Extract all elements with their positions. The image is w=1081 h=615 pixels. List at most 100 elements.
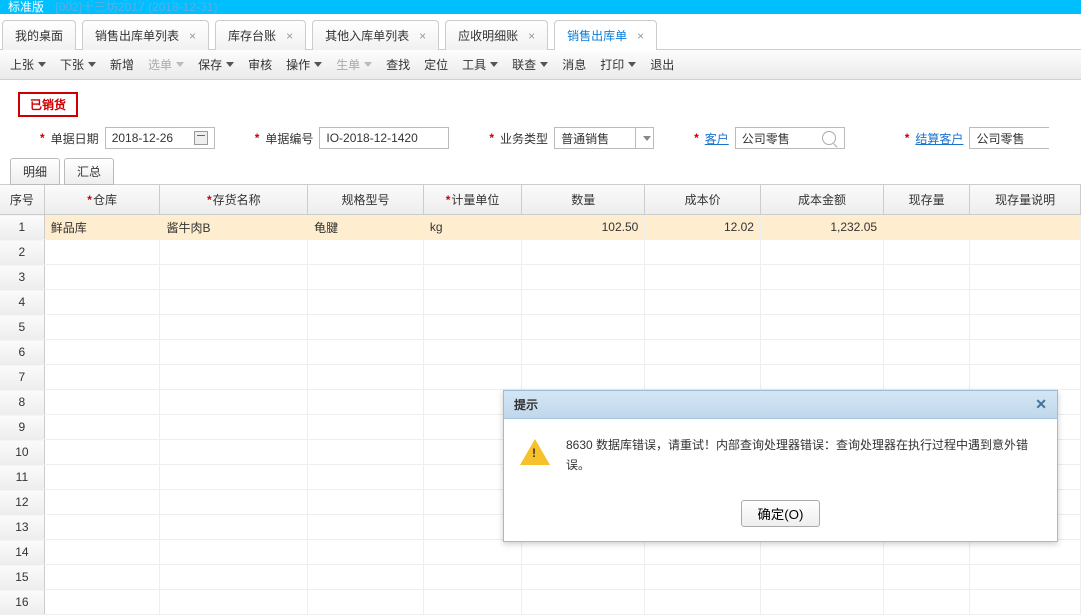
cell[interactable]	[884, 590, 970, 615]
sub-tab-汇总[interactable]: 汇总	[64, 158, 114, 185]
cell[interactable]	[884, 565, 970, 590]
col-header[interactable]: *计量单位	[423, 185, 521, 215]
cell[interactable]	[645, 565, 761, 590]
search-icon[interactable]	[822, 131, 836, 145]
cell[interactable]	[160, 315, 308, 340]
table-row[interactable]: 4	[0, 290, 1081, 315]
cell[interactable]	[44, 390, 160, 415]
cell[interactable]	[44, 490, 160, 515]
close-icon[interactable]: ×	[189, 29, 196, 43]
toolbar-打印[interactable]: 打印	[600, 56, 636, 73]
cell[interactable]	[44, 290, 160, 315]
close-icon[interactable]: ×	[528, 29, 535, 43]
cell[interactable]	[308, 590, 424, 615]
cell[interactable]	[308, 565, 424, 590]
cell[interactable]	[760, 265, 883, 290]
cell[interactable]	[308, 465, 424, 490]
cell[interactable]	[884, 290, 970, 315]
col-header[interactable]: 现存量说明	[970, 185, 1081, 215]
cell[interactable]	[308, 540, 424, 565]
cell[interactable]	[645, 540, 761, 565]
toolbar-退出[interactable]: 退出	[650, 56, 674, 73]
cell[interactable]	[160, 415, 308, 440]
cell[interactable]	[645, 340, 761, 365]
cell[interactable]	[522, 265, 645, 290]
cell[interactable]	[645, 590, 761, 615]
col-header[interactable]: *仓库	[44, 185, 160, 215]
cell[interactable]: kg	[423, 215, 521, 240]
cell[interactable]	[308, 340, 424, 365]
cell[interactable]: 10	[0, 440, 44, 465]
cell[interactable]	[308, 240, 424, 265]
cell[interactable]	[884, 340, 970, 365]
cell[interactable]	[970, 565, 1081, 590]
cell[interactable]	[423, 240, 521, 265]
col-header[interactable]: 现存量	[884, 185, 970, 215]
toolbar-新增[interactable]: 新增	[110, 56, 134, 73]
cell[interactable]	[308, 390, 424, 415]
cell[interactable]	[308, 265, 424, 290]
cell[interactable]	[970, 240, 1081, 265]
cell[interactable]	[522, 590, 645, 615]
table-row[interactable]: 16	[0, 590, 1081, 615]
cell[interactable]: 12	[0, 490, 44, 515]
cell[interactable]: 龟腱	[308, 215, 424, 240]
tab-库存台账[interactable]: 库存台账×	[215, 20, 306, 50]
cell[interactable]	[423, 590, 521, 615]
cell[interactable]	[308, 490, 424, 515]
cell[interactable]	[423, 340, 521, 365]
table-row[interactable]: 7	[0, 365, 1081, 390]
toolbar-消息[interactable]: 消息	[562, 56, 586, 73]
cell[interactable]	[160, 540, 308, 565]
table-row[interactable]: 6	[0, 340, 1081, 365]
cell[interactable]	[160, 390, 308, 415]
cell[interactable]: 15	[0, 565, 44, 590]
cell[interactable]	[423, 540, 521, 565]
close-icon[interactable]: ×	[419, 29, 426, 43]
toolbar-下张[interactable]: 下张	[60, 56, 96, 73]
cell[interactable]: 11	[0, 465, 44, 490]
cell[interactable]	[160, 240, 308, 265]
cell[interactable]	[522, 365, 645, 390]
toolbar-审核[interactable]: 审核	[248, 56, 272, 73]
table-row[interactable]: 3	[0, 265, 1081, 290]
cell[interactable]: 16	[0, 590, 44, 615]
col-header[interactable]: 成本金额	[760, 185, 883, 215]
cell[interactable]: 鲜品库	[44, 215, 160, 240]
col-header[interactable]: 成本价	[645, 185, 761, 215]
cell[interactable]	[970, 290, 1081, 315]
cell[interactable]: 13	[0, 515, 44, 540]
toolbar-操作[interactable]: 操作	[286, 56, 322, 73]
cell[interactable]: 1	[0, 215, 44, 240]
cell[interactable]	[645, 315, 761, 340]
cell[interactable]	[160, 465, 308, 490]
cell[interactable]	[160, 440, 308, 465]
cell[interactable]: 102.50	[522, 215, 645, 240]
tab-应收明细账[interactable]: 应收明细账×	[445, 20, 548, 50]
cell[interactable]	[308, 440, 424, 465]
tab-销售出库单列表[interactable]: 销售出库单列表×	[82, 20, 209, 50]
cell[interactable]	[44, 590, 160, 615]
table-row[interactable]: 2	[0, 240, 1081, 265]
cell[interactable]	[308, 515, 424, 540]
cell[interactable]	[160, 340, 308, 365]
cell[interactable]	[44, 540, 160, 565]
cell[interactable]	[44, 365, 160, 390]
col-header[interactable]: *存货名称	[160, 185, 308, 215]
cell[interactable]	[308, 315, 424, 340]
calendar-icon[interactable]	[194, 131, 208, 145]
cell[interactable]	[645, 290, 761, 315]
cell[interactable]: 9	[0, 415, 44, 440]
cell[interactable]: 3	[0, 265, 44, 290]
cell[interactable]	[970, 340, 1081, 365]
cell[interactable]	[44, 340, 160, 365]
cell[interactable]	[522, 340, 645, 365]
cell[interactable]	[160, 515, 308, 540]
tab-其他入库单列表[interactable]: 其他入库单列表×	[312, 20, 439, 50]
cell[interactable]	[44, 440, 160, 465]
cell[interactable]	[645, 240, 761, 265]
cell[interactable]	[423, 565, 521, 590]
cell[interactable]	[760, 365, 883, 390]
date-input[interactable]: 2018-12-26	[105, 127, 215, 149]
cell[interactable]	[522, 565, 645, 590]
